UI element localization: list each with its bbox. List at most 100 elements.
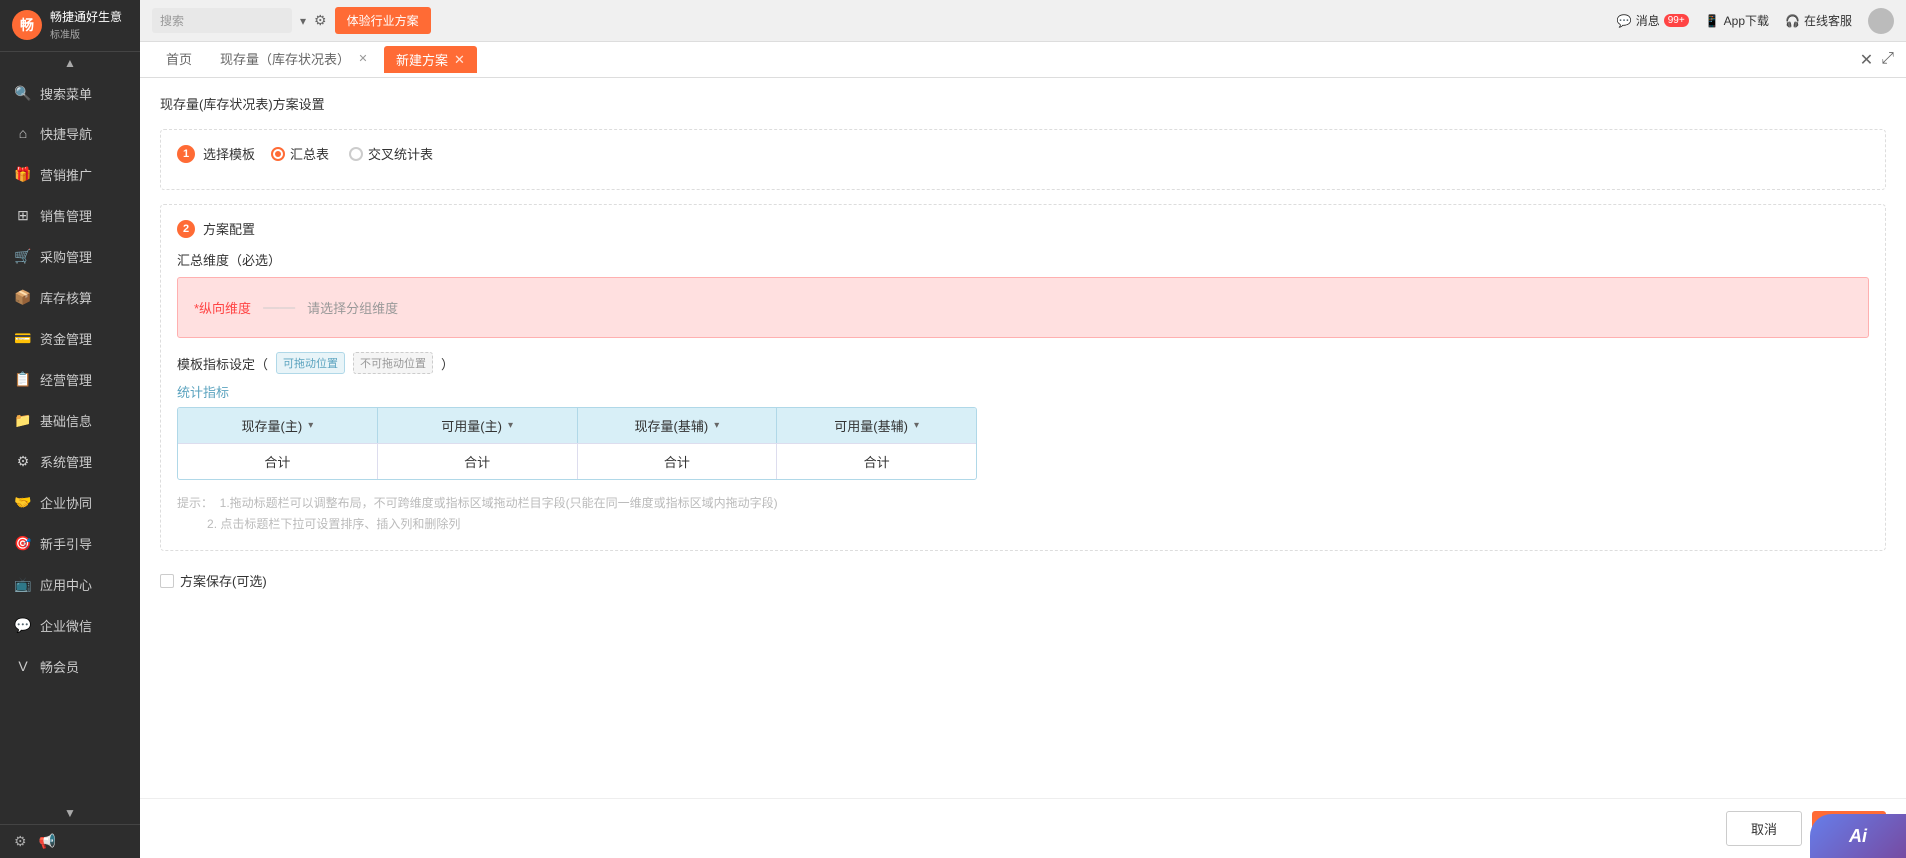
- sidebar-item-label: 企业协同: [40, 493, 92, 512]
- tab-new-scheme[interactable]: 新建方案 ✕: [384, 46, 477, 73]
- quick-nav-icon: ⌂: [14, 125, 32, 141]
- sidebar-item-basic-info[interactable]: 📁 基础信息: [0, 400, 140, 441]
- tab-inventory-close[interactable]: ✕: [356, 52, 370, 66]
- sidebar-item-label: 库存核算: [40, 288, 92, 307]
- sidebar-item-label: 资金管理: [40, 329, 92, 348]
- cancel-button[interactable]: 取消: [1726, 811, 1802, 846]
- tab-minimize-icon[interactable]: ✕: [1860, 50, 1873, 70]
- sidebar-item-label: 系统管理: [40, 452, 92, 471]
- dimension-box[interactable]: *纵向维度 —— 请选择分组维度: [177, 277, 1869, 338]
- sidebar-item-sales[interactable]: ⊞ 销售管理: [0, 195, 140, 236]
- col-dropdown-0[interactable]: ▾: [308, 420, 313, 431]
- sales-icon: ⊞: [14, 207, 32, 224]
- radio-cross[interactable]: 交叉统计表: [349, 144, 433, 163]
- sidebar-item-label: 基础信息: [40, 411, 92, 430]
- user-avatar[interactable]: [1868, 8, 1894, 34]
- sidebar-item-vip[interactable]: V 畅会员: [0, 646, 140, 687]
- sidebar-item-system[interactable]: ⚙ 系统管理: [0, 441, 140, 482]
- sidebar-item-label: 经营管理: [40, 370, 92, 389]
- speaker-icon[interactable]: 📢: [39, 833, 56, 850]
- step2-badge: 2: [177, 220, 195, 238]
- topbar-left: 搜索 ▾ ⚙ 体验行业方案: [152, 7, 1609, 34]
- dimension-divider: ——: [263, 299, 295, 317]
- stats-table-row: 合计 合计 合计 合计: [178, 443, 976, 479]
- sidebar-item-app-center[interactable]: 📺 应用中心: [0, 564, 140, 605]
- stats-table-header: 现存量(主) ▾ 可用量(主) ▾ 现存量(基辅) ▾ 可用量(基辅): [178, 408, 976, 443]
- online-service-button[interactable]: 🎧 在线客服: [1785, 12, 1852, 29]
- sidebar: 畅 畅捷通好生意 标准版 ▲ 🔍 搜索菜单 ⌂ 快捷导航 🎁 营销推广 ⊞ 销售…: [0, 0, 140, 858]
- message-button[interactable]: 💬 消息 99+: [1617, 12, 1689, 29]
- app-name: 畅捷通好生意: [50, 10, 122, 26]
- sidebar-item-quick-nav[interactable]: ⌂ 快捷导航: [0, 113, 140, 154]
- tab-home[interactable]: 首页: [152, 41, 206, 78]
- non-draggable-badge: 不可拖动位置: [353, 352, 433, 374]
- col-dropdown-1[interactable]: ▾: [508, 420, 513, 431]
- col-cell-2: 合计: [578, 444, 778, 479]
- tabs-bar: 首页 现存量（库存状况表） ✕ 新建方案 ✕ ✕ ⤢: [140, 42, 1906, 78]
- sidebar-item-label: 应用中心: [40, 575, 92, 594]
- sidebar-item-finance[interactable]: 💳 资金管理: [0, 318, 140, 359]
- ai-float-button[interactable]: Ai: [1810, 814, 1906, 858]
- save-scheme-label: 方案保存(可选): [180, 571, 267, 590]
- draggable-badge: 可拖动位置: [276, 352, 345, 374]
- stats-table: 现存量(主) ▾ 可用量(主) ▾ 现存量(基辅) ▾ 可用量(基辅): [177, 407, 977, 480]
- sidebar-item-marketing[interactable]: 🎁 营销推广: [0, 154, 140, 195]
- radio-cross-label: 交叉统计表: [368, 144, 433, 163]
- marketing-icon: 🎁: [14, 166, 32, 183]
- sidebar-scroll-down[interactable]: ▼: [0, 802, 140, 824]
- sidebar-search[interactable]: 🔍 搜索菜单: [0, 74, 140, 113]
- tab-expand-icon[interactable]: ⤢: [1881, 50, 1894, 70]
- col-header-0[interactable]: 现存量(主) ▾: [178, 408, 378, 443]
- col-dropdown-3[interactable]: ▾: [914, 420, 919, 431]
- col-header-1[interactable]: 可用量(主) ▾: [378, 408, 578, 443]
- app-logo-icon: 畅: [12, 10, 42, 40]
- sidebar-search-label: 搜索菜单: [40, 84, 92, 103]
- section-scheme-config: 2 方案配置 汇总维度（必选） *纵向维度 —— 请选择分组维度 模板指标设定（…: [160, 204, 1886, 551]
- phone-icon: 📱: [1705, 14, 1720, 28]
- wechat-icon: 💬: [14, 617, 32, 634]
- sidebar-item-label: 销售管理: [40, 206, 92, 225]
- topbar-settings-icon[interactable]: ⚙: [314, 12, 327, 29]
- sidebar-item-guide[interactable]: 🎯 新手引导: [0, 523, 140, 564]
- col-cell-1: 合计: [378, 444, 578, 479]
- sidebar-item-management[interactable]: 📋 经营管理: [0, 359, 140, 400]
- tab-new-close[interactable]: ✕: [454, 52, 465, 68]
- sidebar-item-wechat[interactable]: 💬 企业微信: [0, 605, 140, 646]
- radio-cross-circle: [349, 147, 363, 161]
- dimension-required: *纵向维度: [194, 298, 251, 317]
- save-scheme-checkbox[interactable]: [160, 574, 174, 588]
- ai-label: Ai: [1849, 826, 1867, 847]
- topbar-dropdown-icon[interactable]: ▾: [300, 14, 306, 28]
- col-header-2[interactable]: 现存量(基辅) ▾: [578, 408, 778, 443]
- section2-title: 方案配置: [203, 219, 255, 238]
- col-header-3[interactable]: 可用量(基辅) ▾: [777, 408, 976, 443]
- message-icon: 💬: [1617, 14, 1632, 28]
- col-dropdown-2[interactable]: ▾: [714, 420, 719, 431]
- hint1: 提示： 1.拖动标题栏可以调整布局，不可跨维度或指标区域拖动栏目字段(只能在同一…: [177, 494, 1869, 511]
- app-version: 标准版: [50, 26, 122, 41]
- step1-badge: 1: [177, 145, 195, 163]
- radio-summary-label: 汇总表: [290, 144, 329, 163]
- page-content: 现存量(库存状况表)方案设置 1 选择模板 汇总表 交叉统计表: [140, 78, 1906, 798]
- topbar-search[interactable]: 搜索: [152, 8, 292, 33]
- sidebar-item-cooperation[interactable]: 🤝 企业协同: [0, 482, 140, 523]
- col-label-1: 可用量(主): [441, 416, 502, 435]
- hint2: 2. 点击标题栏下拉可设置排序、插入列和删除列: [177, 515, 1869, 532]
- radio-summary[interactable]: 汇总表: [271, 144, 329, 163]
- sidebar-scroll-up[interactable]: ▲: [0, 52, 140, 74]
- tab-new-label: 新建方案: [396, 50, 448, 69]
- sidebar-item-label: 采购管理: [40, 247, 92, 266]
- save-scheme[interactable]: 方案保存(可选): [160, 571, 1886, 590]
- tab-inventory-status[interactable]: 现存量（库存状况表） ✕: [206, 41, 384, 78]
- sidebar-item-purchase[interactable]: 🛒 采购管理: [0, 236, 140, 277]
- app-download-button[interactable]: 📱 App下载: [1705, 12, 1769, 29]
- col-label-3: 可用量(基辅): [834, 416, 908, 435]
- industry-btn[interactable]: 体验行业方案: [335, 7, 431, 34]
- headset-icon: 🎧: [1785, 14, 1800, 28]
- section2-header: 2 方案配置: [177, 219, 1869, 238]
- sidebar-item-inventory[interactable]: 📦 库存核算: [0, 277, 140, 318]
- logo-text-block: 畅捷通好生意 标准版: [50, 10, 122, 41]
- finance-icon: 💳: [14, 330, 32, 347]
- settings-icon[interactable]: ⚙: [14, 833, 27, 850]
- col-cell-3: 合计: [777, 444, 976, 479]
